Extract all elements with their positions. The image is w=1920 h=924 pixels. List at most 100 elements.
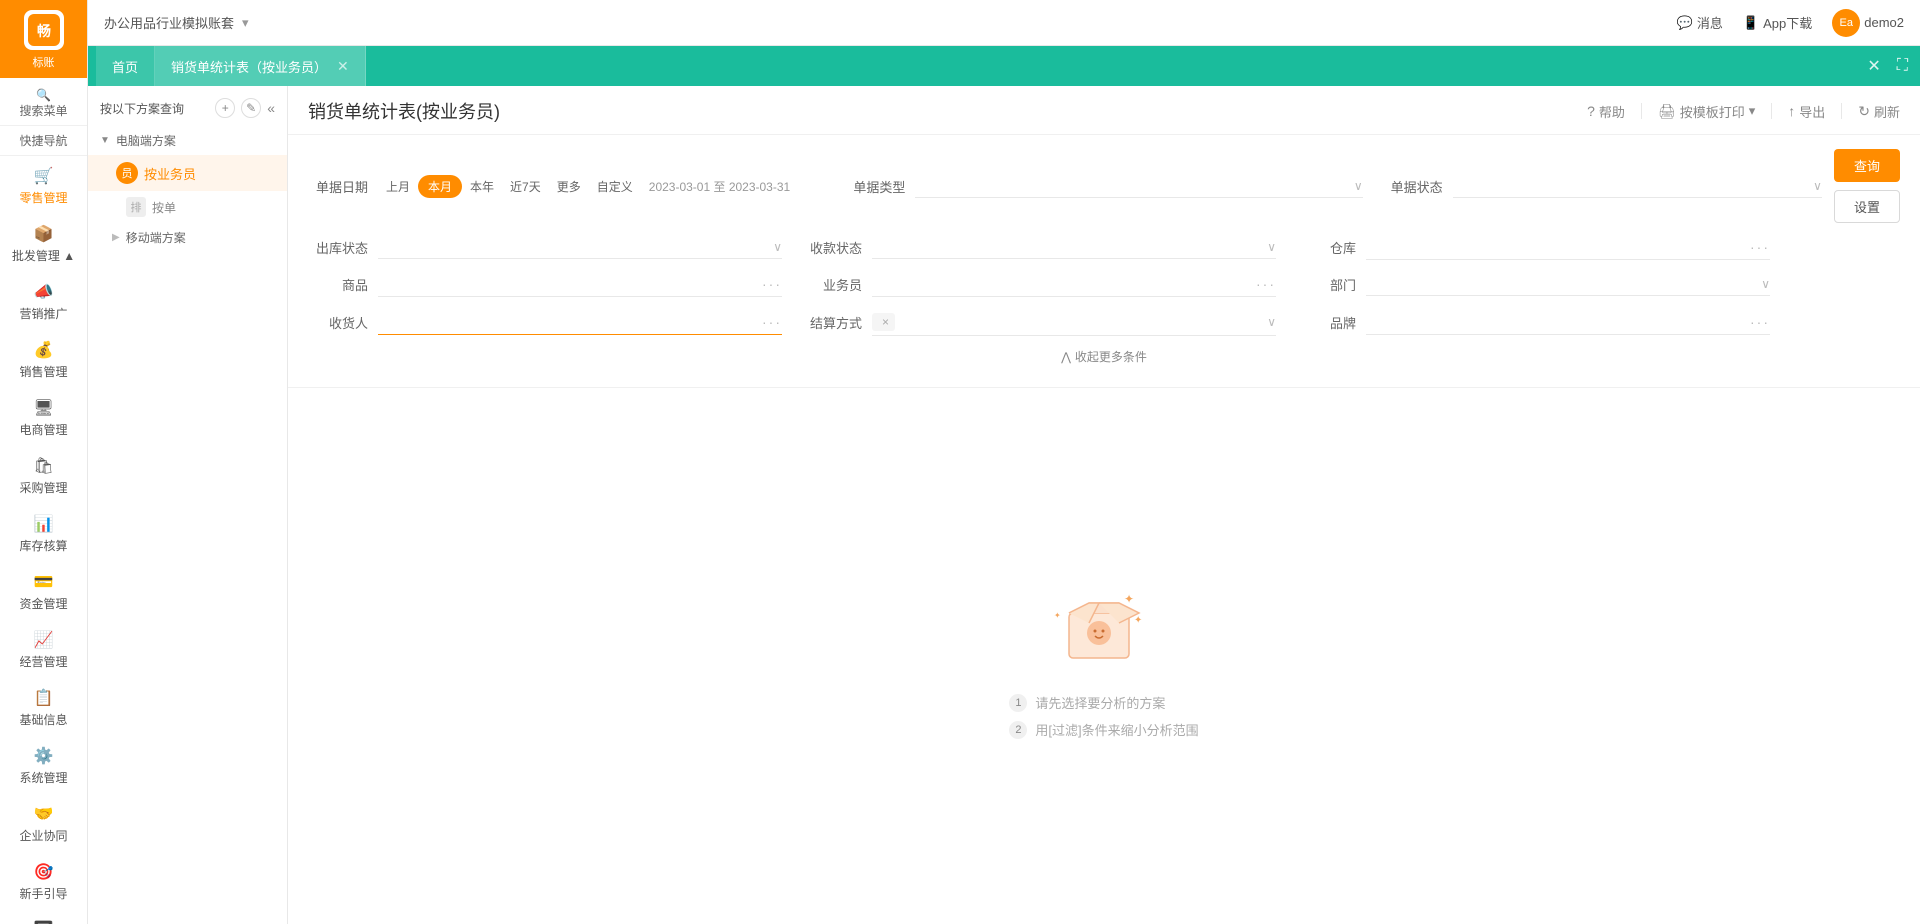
scheme-header-actions: + ✎ « [215, 98, 275, 118]
doc-type-label: 单据类型 [845, 177, 915, 196]
scheme-header: 按以下方案查询 + ✎ « [88, 86, 287, 126]
scheme-group-mobile-header[interactable]: ▶ 移动端方案 [88, 223, 287, 252]
main-area: 办公用品行业模拟账套 ▾ 💬 消息 📱 App下载 Ea demo2 首页 [88, 0, 1920, 924]
sidebar-item-inventory[interactable]: 📊 库存核算 [0, 504, 87, 562]
scheme-add-icon: + [222, 101, 229, 115]
date-tab-last-month[interactable]: 上月 [378, 175, 418, 198]
goods-input[interactable]: ··· [378, 272, 782, 297]
settlement-tag-close[interactable]: × [882, 315, 889, 329]
page-title-actions: ? 帮助 🖨 按模板打印 ▾ ↑ 导出 [1587, 102, 1900, 121]
out-status-input[interactable]: ∨ [378, 236, 782, 259]
department-input[interactable]: ∨ [1366, 273, 1770, 296]
collapse-label: 收起更多条件 [1075, 348, 1147, 365]
receipt-status-label: 收款状态 [802, 238, 872, 257]
refresh-button[interactable]: ↻ 刷新 [1858, 102, 1900, 121]
settings-button[interactable]: 设置 [1834, 190, 1900, 223]
operation-icon: 📈 [34, 630, 54, 650]
scheme-item-order-label: 按单 [152, 199, 176, 216]
divider-1 [1641, 103, 1642, 119]
sidebar-item-guide[interactable]: 🎯 新手引导 [0, 852, 87, 910]
sidebar-item-wholesale-label: 批发管理 ▲ [12, 247, 75, 264]
sidebar-item-ecommerce-label: 电商管理 [19, 421, 67, 438]
brand-input[interactable]: ··· [1366, 310, 1770, 335]
date-tab-last-7-days[interactable]: 近7天 [502, 175, 549, 198]
export-button[interactable]: ↑ 导出 [1788, 102, 1825, 121]
wholesale-icon: 📦 [34, 224, 54, 244]
sidebar-item-retail[interactable]: 🛒 零售管理 [0, 156, 87, 214]
user-menu[interactable]: Ea demo2 [1832, 9, 1904, 37]
tabbar-close-action[interactable]: ✕ [1863, 52, 1884, 80]
sidebar-item-marketing[interactable]: 📣 营销推广 [0, 272, 87, 330]
out-status-chevron: ∨ [773, 240, 782, 254]
empty-illustration: ✦ ✦ ✦ [1044, 573, 1164, 673]
desktop-group-arrow: ▼ [100, 135, 110, 146]
ecommerce-icon: 🖥 [33, 398, 53, 418]
help-button[interactable]: ? 帮助 [1587, 102, 1625, 121]
empty-hint-1: 1 请先选择要分析的方案 [1009, 693, 1198, 712]
mobile-group-arrow: ▶ [112, 232, 120, 243]
tabbar-expand-action[interactable]: ⛶ [1893, 53, 1912, 79]
sidebar-item-operation-label: 经营管理 [19, 653, 67, 670]
mobile-group-title: 移动端方案 [126, 229, 186, 246]
sidebar-item-inventory-label: 库存核算 [19, 537, 67, 554]
salesman-input[interactable]: ··· [872, 272, 1276, 297]
scheme-edit-icon: ✎ [246, 101, 256, 115]
date-tab-this-month[interactable]: 本月 [418, 175, 462, 198]
receipt-status-chevron: ∨ [1267, 240, 1276, 254]
sidebar-item-wholesale[interactable]: 📦 批发管理 ▲ [0, 214, 87, 272]
doc-type-input[interactable]: ∨ [915, 175, 1362, 198]
date-tab-custom[interactable]: 自定义 [589, 175, 641, 198]
template-print-button[interactable]: 🖨 按模板打印 ▾ [1658, 102, 1755, 121]
warehouse-label: 仓库 [1296, 238, 1366, 257]
scheme-collapse-button[interactable]: « [267, 100, 275, 116]
app-download-button[interactable]: 📱 App下载 [1743, 13, 1812, 32]
export-label: 导出 [1799, 102, 1825, 121]
help-icon: ? [1587, 103, 1595, 119]
search-label: 搜索菜单 [19, 104, 67, 118]
consignee-input[interactable]: ··· [378, 310, 782, 335]
message-button[interactable]: 💬 消息 [1677, 13, 1723, 32]
sidebar-search[interactable]: 🔍 搜索菜单 [0, 78, 87, 126]
hint-text-1: 请先选择要分析的方案 [1035, 693, 1165, 712]
sidebar-item-basic[interactable]: 📋 基础信息 [0, 678, 87, 736]
scheme-item-by-order[interactable]: 排 按单 [88, 191, 287, 223]
sidebar-item-apps[interactable]: 🔲 应用中心 [0, 910, 87, 924]
sidebar-item-operation[interactable]: 📈 经营管理 [0, 620, 87, 678]
message-icon: 💬 [1677, 15, 1693, 31]
receipt-status-input[interactable]: ∨ [872, 236, 1276, 259]
sidebar-item-sales[interactable]: 💰 销售管理 [0, 330, 87, 388]
sidebar-item-ecommerce[interactable]: 🖥 电商管理 [0, 388, 87, 446]
export-icon: ↑ [1788, 103, 1795, 119]
sales-icon: 💰 [34, 340, 54, 360]
sidebar-logo[interactable]: 畅 标账 [0, 0, 87, 78]
scheme-item-salesman-label: 按业务员 [144, 164, 196, 183]
topbar-dropdown-icon[interactable]: ▾ [242, 15, 249, 31]
date-label: 单据日期 [308, 177, 378, 196]
sidebar-item-finance[interactable]: 💳 资金管理 [0, 562, 87, 620]
warehouse-dots: ··· [1750, 239, 1770, 255]
tabbar: 首页 销货单统计表（按业务员） ✕ ✕ ⛶ [88, 46, 1920, 86]
scheme-group-desktop: ▼ 电脑端方案 员 按业务员 排 按单 [88, 126, 287, 223]
settlement-input[interactable]: × ∨ [872, 309, 1276, 336]
sidebar-quick-nav[interactable]: 快捷导航 [0, 126, 87, 156]
sidebar-item-purchase[interactable]: 🛍 采购管理 [0, 446, 87, 504]
doc-status-input[interactable]: ∨ [1453, 175, 1822, 198]
date-tab-more[interactable]: 更多 [549, 175, 589, 198]
sidebar-item-system[interactable]: ⚙️ 系统管理 [0, 736, 87, 794]
tab-sales-stat[interactable]: 销货单统计表（按业务员） ✕ [155, 46, 366, 86]
sidebar-item-corp[interactable]: 🤝 企业协同 [0, 794, 87, 852]
scheme-add-button[interactable]: + [215, 98, 235, 118]
query-btn-group: 查询 设置 [1822, 149, 1900, 223]
date-tab-this-year[interactable]: 本年 [462, 175, 502, 198]
out-status-filter-row: 出库状态 ∨ [308, 236, 782, 259]
empty-state: ✦ ✦ ✦ 1 请先选择要分析的方案 [288, 388, 1920, 924]
warehouse-input[interactable]: ··· [1366, 235, 1770, 260]
scheme-group-desktop-header[interactable]: ▼ 电脑端方案 [88, 126, 287, 155]
tab-home[interactable]: 首页 [96, 46, 155, 86]
scheme-edit-button[interactable]: ✎ [241, 98, 261, 118]
hint-text-2: 用[过滤]条件来缩小分析范围 [1035, 720, 1198, 739]
query-button[interactable]: 查询 [1834, 149, 1900, 182]
scheme-item-by-salesman[interactable]: 员 按业务员 [88, 155, 287, 191]
collapse-more-button[interactable]: ⋀ 收起更多条件 [1049, 344, 1159, 369]
tab-sales-stat-close[interactable]: ✕ [337, 58, 349, 75]
